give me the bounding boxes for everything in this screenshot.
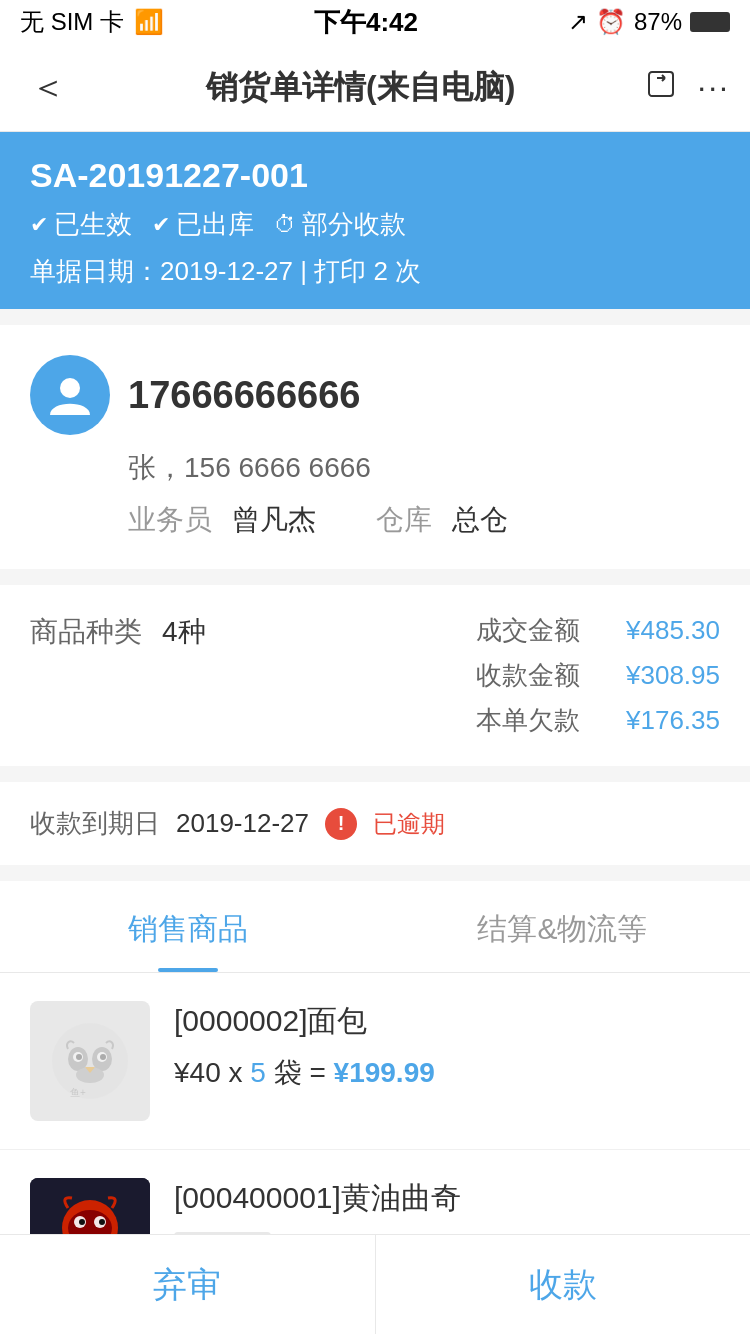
confirm-label: 收款: [529, 1262, 597, 1308]
svg-point-7: [76, 1054, 82, 1060]
badge-partial-label: 部分收款: [302, 207, 406, 242]
svg-rect-0: [649, 72, 673, 96]
customer-top: 17666666666: [30, 355, 720, 435]
tabs-section: 销售商品 结算&物流等: [0, 881, 750, 973]
product-equals: =: [309, 1057, 333, 1088]
due-date: 2019-12-27: [176, 808, 309, 839]
more-button[interactable]: ···: [697, 69, 730, 106]
debt-label: 本单欠款: [476, 703, 580, 738]
header-badges: ✔ 已生效 ✔ 已出库 ⏱ 部分收款: [30, 207, 720, 242]
page-title: 销货单详情(来自电脑): [76, 66, 645, 110]
received-row: 收款金额 ¥308.95: [476, 658, 720, 693]
category-value: 4种: [162, 613, 206, 651]
status-right: ↗ ⏰ 87%: [568, 8, 730, 36]
badge-effective-label: 已生效: [54, 207, 132, 242]
svg-text:鱼+: 鱼+: [70, 1087, 86, 1098]
customer-phone: 17666666666: [128, 374, 360, 417]
tab-sales-products[interactable]: 销售商品: [0, 881, 375, 972]
order-id: SA-20191227-001: [30, 156, 720, 195]
product-name: [0000002]面包: [174, 1001, 720, 1042]
product-name: [000400001]黄油曲奇: [174, 1178, 720, 1219]
badge-shipped: ✔ 已出库: [152, 207, 254, 242]
svg-point-18: [99, 1219, 105, 1225]
battery-label: 87%: [634, 8, 682, 36]
avatar: [30, 355, 110, 435]
status-time: 下午4:42: [314, 5, 418, 40]
badge-partial: ⏱ 部分收款: [274, 207, 406, 242]
check-icon-shipped: ✔: [152, 212, 170, 238]
product-info: [0000002]面包 ¥40 x 5 袋 = ¥199.99: [174, 1001, 720, 1092]
alarm-icon: ⏰: [596, 8, 626, 36]
sales-label: 业务员: [128, 504, 212, 535]
debt-row: 本单欠款 ¥176.35: [476, 703, 720, 738]
overdue-icon: !: [325, 808, 357, 840]
back-button[interactable]: ＜: [20, 53, 76, 122]
battery-icon: [690, 12, 730, 32]
warehouse-value: 总仓: [452, 504, 508, 535]
tab-settlement-label: 结算&物流等: [477, 912, 647, 945]
status-bar: 无 SIM 卡 📶 下午4:42 ↗ ⏰ 87%: [0, 0, 750, 44]
product-price-row: ¥40 x 5 袋 = ¥199.99: [174, 1054, 720, 1092]
category-label: 商品种类: [30, 613, 142, 651]
nav-actions: ···: [645, 68, 730, 107]
svg-point-2: [52, 1023, 128, 1099]
product-price: ¥40: [174, 1057, 221, 1088]
svg-point-1: [60, 378, 80, 398]
tab-settlement[interactable]: 结算&物流等: [375, 881, 750, 972]
stats-section: 商品种类 4种 成交金额 ¥485.30 收款金额 ¥308.95 本单欠款 ¥…: [0, 585, 750, 766]
customer-meta: 业务员 曾凡杰 仓库 总仓: [128, 501, 720, 539]
stats-left: 商品种类 4种: [30, 613, 206, 651]
received-label: 收款金额: [476, 658, 580, 693]
check-icon-effective: ✔: [30, 212, 48, 238]
svg-point-17: [79, 1219, 85, 1225]
bottom-bar: 弃审 收款: [0, 1234, 750, 1334]
debt-value: ¥176.35: [600, 705, 720, 736]
warehouse-label: 仓库: [376, 504, 432, 535]
table-row: 鱼+ [0000002]面包 ¥40 x 5 袋 = ¥199.99: [0, 973, 750, 1150]
badge-shipped-label: 已出库: [176, 207, 254, 242]
product-qty: 5: [250, 1057, 266, 1088]
location-icon: ↗: [568, 8, 588, 36]
product-unit: 袋: [274, 1057, 302, 1088]
svg-point-8: [100, 1054, 106, 1060]
tab-sales-products-label: 销售商品: [128, 912, 248, 945]
wifi-icon: 📶: [134, 8, 164, 36]
due-label: 收款到期日: [30, 806, 160, 841]
product-thumbnail: 鱼+: [30, 1001, 150, 1121]
sales-value: 曾凡杰: [232, 504, 316, 535]
confirm-button[interactable]: 收款: [376, 1235, 751, 1334]
status-left: 无 SIM 卡 📶: [20, 6, 164, 38]
nav-bar: ＜ 销货单详情(来自电脑) ···: [0, 44, 750, 132]
cancel-label: 弃审: [153, 1262, 221, 1308]
carrier-label: 无 SIM 卡: [20, 6, 124, 38]
stats-right: 成交金额 ¥485.30 收款金额 ¥308.95 本单欠款 ¥176.35: [476, 613, 720, 738]
deal-row: 成交金额 ¥485.30: [476, 613, 720, 648]
customer-section: 17666666666 张，156 6666 6666 业务员 曾凡杰 仓库 总…: [0, 325, 750, 569]
share-button[interactable]: [645, 68, 677, 107]
product-operator: x: [229, 1057, 251, 1088]
header-meta: 单据日期：2019-12-27 | 打印 2 次: [30, 254, 720, 289]
received-value: ¥308.95: [600, 660, 720, 691]
deal-label: 成交金额: [476, 613, 580, 648]
header-card: SA-20191227-001 ✔ 已生效 ✔ 已出库 ⏱ 部分收款 单据日期：…: [0, 132, 750, 309]
badge-effective: ✔ 已生效: [30, 207, 132, 242]
cancel-button[interactable]: 弃审: [0, 1235, 375, 1334]
due-section: 收款到期日 2019-12-27 ! 已逾期: [0, 782, 750, 865]
clock-icon: ⏱: [274, 212, 296, 238]
overdue-label: 已逾期: [373, 808, 445, 840]
deal-value: ¥485.30: [600, 615, 720, 646]
product-total: ¥199.99: [334, 1057, 435, 1088]
customer-name: 张，156 6666 6666: [128, 449, 720, 487]
